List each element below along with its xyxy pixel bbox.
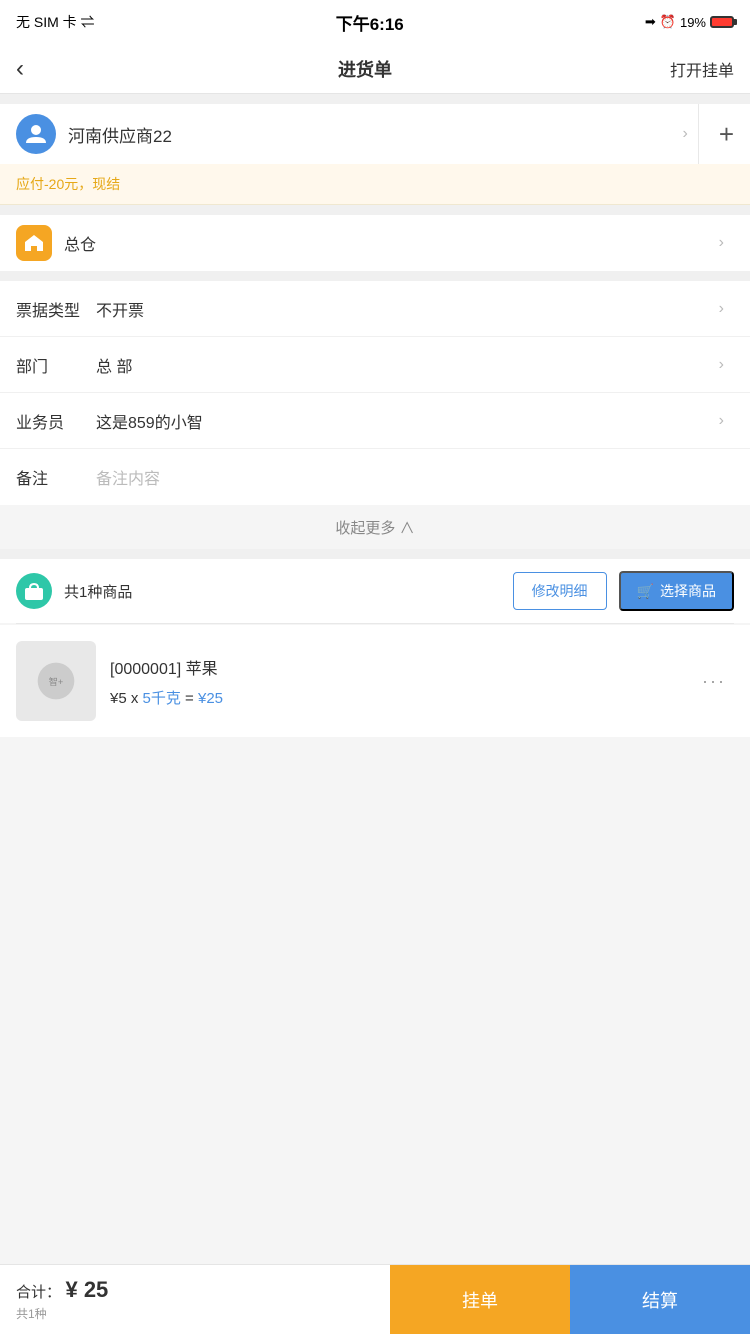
edit-detail-button[interactable]: 修改明细 <box>513 572 607 610</box>
hang-button[interactable]: 挂单 <box>390 1265 570 1334</box>
battery-percent: 19% <box>680 15 706 30</box>
more-button[interactable]: ··· <box>694 667 734 696</box>
department-label: 部门 <box>16 353 96 377</box>
supplier-chevron-icon: › <box>682 125 687 143</box>
checkout-button[interactable]: 结算 <box>570 1265 750 1334</box>
svg-text:智+: 智+ <box>49 676 64 687</box>
warehouse-icon <box>16 225 52 261</box>
supplier-section: 河南供应商22 › + <box>0 104 750 164</box>
unit-price: ¥5 x <box>110 690 143 707</box>
battery-section: ➡ ⏰ 19% <box>645 14 734 30</box>
department-row[interactable]: 部门 总 部 › <box>0 337 750 393</box>
remark-row[interactable]: 备注 备注内容 <box>0 449 750 505</box>
invoice-value: 不开票 <box>96 297 709 321</box>
department-chevron-icon: › <box>719 356 724 374</box>
alarm-icon: ⏰ <box>660 14 676 30</box>
product-count-label: 共1种商品 <box>64 581 501 602</box>
collapse-text: 收起更多 ∧ <box>335 517 414 538</box>
status-bar: 无 SIM 卡 ⇌ 下午6:16 ➡ ⏰ 19% <box>0 0 750 44</box>
salesperson-chevron-icon: › <box>719 412 724 430</box>
add-supplier-button[interactable]: + <box>699 119 734 150</box>
total-row: 合计： ¥ 25 <box>16 1277 374 1303</box>
shopping-icon <box>23 580 45 602</box>
carrier-text: 无 SIM 卡 ⇌ <box>16 12 95 32</box>
equals-sign: = <box>181 690 198 707</box>
page-title: 进货单 <box>338 56 392 82</box>
product-info: [0000001] 苹果 ¥5 x 5千克 = ¥25 <box>110 655 680 708</box>
quantity-value: 5千克 <box>143 690 181 707</box>
warehouse-name: 总仓 <box>64 231 709 255</box>
product-section-icon <box>16 573 52 609</box>
gap-3 <box>0 271 750 281</box>
total-amount: ¥ 25 <box>65 1277 108 1302</box>
supplier-row[interactable]: 河南供应商22 › <box>16 104 699 164</box>
bottom-bar: 合计： ¥ 25 共1种 挂单 结算 <box>0 1264 750 1334</box>
product-item: 智+ [0000001] 苹果 ¥5 x 5千克 = ¥25 ··· <box>0 625 750 737</box>
warehouse-chevron-icon: › <box>719 234 724 252</box>
department-value: 总 部 <box>96 353 709 377</box>
supplier-name: 河南供应商22 <box>68 122 672 147</box>
total-section: 合计： ¥ 25 共1种 <box>0 1277 390 1322</box>
salesperson-value: 这是859的小智 <box>96 409 709 433</box>
time-text: 下午6:16 <box>336 10 404 35</box>
remark-placeholder: 备注内容 <box>96 465 734 489</box>
select-product-button[interactable]: 🛒 选择商品 <box>619 571 734 611</box>
select-icon: 🛒 <box>637 583 654 600</box>
back-button[interactable]: ‹ <box>16 55 60 83</box>
product-thumbnail: 智+ <box>16 641 96 721</box>
total-price: ¥25 <box>198 690 223 707</box>
location-icon: ➡ <box>645 14 656 30</box>
product-price-row: ¥5 x 5千克 = ¥25 <box>110 687 680 708</box>
total-label: 合计： <box>16 1284 61 1301</box>
select-product-label: 选择商品 <box>660 581 716 601</box>
supplier-avatar <box>16 114 56 154</box>
warehouse-row[interactable]: 总仓 › <box>0 215 750 271</box>
salesperson-label: 业务员 <box>16 409 96 433</box>
battery-icon <box>710 16 734 28</box>
invoice-row[interactable]: 票据类型 不开票 › <box>0 281 750 337</box>
product-name: [0000001] 苹果 <box>110 655 680 679</box>
remark-label: 备注 <box>16 465 96 489</box>
salesperson-row[interactable]: 业务员 这是859的小智 › <box>0 393 750 449</box>
gap-4 <box>0 549 750 559</box>
gap-2 <box>0 205 750 215</box>
gap-5 <box>16 623 734 624</box>
product-header: 共1种商品 修改明细 🛒 选择商品 <box>0 559 750 623</box>
nav-bar: ‹ 进货单 打开挂单 <box>0 44 750 94</box>
product-logo: 智+ <box>31 656 81 706</box>
invoice-label: 票据类型 <box>16 297 96 321</box>
invoice-chevron-icon: › <box>719 300 724 318</box>
open-hang-button[interactable]: 打开挂单 <box>670 57 734 81</box>
product-code: [0000001] 苹果 <box>110 661 218 678</box>
collapse-bar[interactable]: 收起更多 ∧ <box>0 505 750 549</box>
supplier-notice: 应付-20元，现结 <box>0 164 750 205</box>
total-count: 共1种 <box>16 1305 374 1322</box>
gap-1 <box>0 94 750 104</box>
person-icon <box>23 121 49 147</box>
house-icon <box>23 232 45 254</box>
form-section: 票据类型 不开票 › 部门 总 部 › 业务员 这是859的小智 › 备注 备注… <box>0 281 750 505</box>
